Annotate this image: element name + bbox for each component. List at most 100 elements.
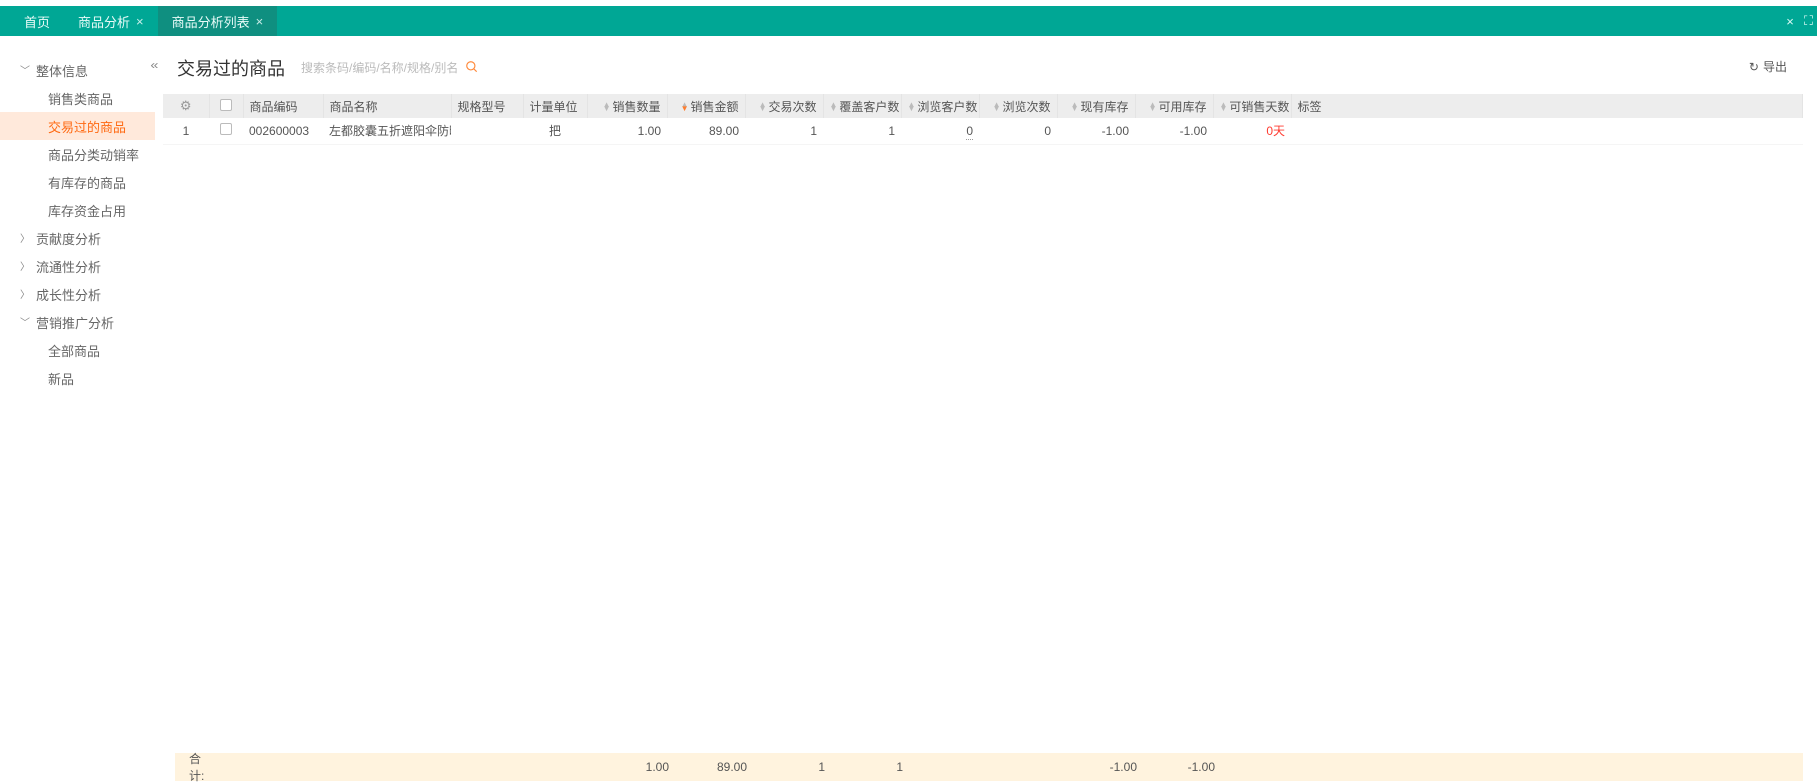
footer-stock-avail: -1.00: [1143, 760, 1221, 774]
col-cust-cover[interactable]: ▲▼覆盖客户数: [823, 94, 901, 118]
sidebar-item-sales-products[interactable]: 销售类商品: [0, 84, 155, 112]
sidebar-group-label: 流通性分析: [36, 257, 101, 276]
col-sales-amt[interactable]: ▲▼销售金额: [667, 94, 745, 118]
cell-code: 002600003: [243, 118, 323, 144]
col-checkbox-all[interactable]: [209, 94, 243, 118]
sidebar-item-stocked-products[interactable]: 有库存的商品: [0, 168, 155, 196]
tab-label: 商品分析列表: [172, 12, 250, 31]
sidebar-item-inventory-capital[interactable]: 库存资金占用: [0, 196, 155, 224]
tab-product-analysis[interactable]: 商品分析 ×: [64, 6, 158, 36]
col-label: 标签: [1298, 100, 1322, 114]
sidebar-item-label: 商品分类动销率: [48, 145, 139, 164]
col-trade-cnt[interactable]: ▲▼交易次数: [745, 94, 823, 118]
col-label: 规格型号: [458, 100, 506, 114]
sidebar-item-all-products[interactable]: 全部商品: [0, 336, 155, 364]
sidebar-collapse-icon[interactable]: «: [150, 58, 158, 72]
tab-label: 首页: [24, 12, 50, 31]
sidebar-group-overview[interactable]: ﹀ 整体信息: [0, 56, 155, 84]
cell-stock-now: -1.00: [1057, 118, 1135, 144]
sidebar-group-liquidity[interactable]: 〉 流通性分析: [0, 252, 155, 280]
sidebar-group-growth[interactable]: 〉 成长性分析: [0, 280, 155, 308]
col-label: 可销售天数: [1229, 100, 1289, 114]
cell-name: 左都胶囊五折遮阳伞防晒伞;: [323, 118, 451, 144]
col-label: 销售数量: [612, 100, 660, 114]
refresh-icon: ↻: [1749, 60, 1759, 74]
export-label: 导出: [1763, 58, 1787, 75]
tab-home[interactable]: 首页: [10, 6, 64, 36]
sidebar-item-new-products[interactable]: 新品: [0, 364, 155, 392]
sidebar-group-contribution[interactable]: 〉 贡献度分析: [0, 224, 155, 252]
sidebar: ﹀ 整体信息 销售类商品 交易过的商品 商品分类动销率 有库存的商品 库存资金占…: [0, 36, 155, 781]
col-code[interactable]: 商品编码: [243, 94, 323, 118]
col-stock-avail[interactable]: ▲▼可用库存: [1135, 94, 1213, 118]
col-stock-now[interactable]: ▲▼现有库存: [1057, 94, 1135, 118]
sort-icon: ▲▼: [759, 103, 767, 111]
sort-icon: ▲▼: [1149, 103, 1157, 111]
col-unit[interactable]: 计量单位: [523, 94, 587, 118]
close-icon[interactable]: ×: [256, 14, 264, 29]
close-all-icon[interactable]: ×: [1786, 14, 1794, 29]
col-spec[interactable]: 规格型号: [451, 94, 523, 118]
cell-stock-avail: -1.00: [1135, 118, 1213, 144]
close-icon[interactable]: ×: [136, 14, 144, 29]
sidebar-item-category-rate[interactable]: 商品分类动销率: [0, 140, 155, 168]
col-label: 浏览次数: [1002, 100, 1050, 114]
sidebar-item-label: 有库存的商品: [48, 173, 126, 192]
col-label: 可用库存: [1158, 100, 1206, 114]
footer-stock-now: -1.00: [1065, 760, 1143, 774]
sidebar-group-label: 成长性分析: [36, 285, 101, 304]
col-view-cnt[interactable]: ▲▼浏览次数: [979, 94, 1057, 118]
export-button[interactable]: ↻ 导出: [1749, 58, 1787, 75]
sidebar-group-label: 贡献度分析: [36, 229, 101, 248]
footer-sales-qty: 1.00: [595, 760, 675, 774]
footer-trade-cnt: 1: [753, 760, 831, 774]
tab-bar: 首页 商品分析 × 商品分析列表 × × ⛶: [0, 6, 1817, 36]
col-label: 计量单位: [530, 100, 578, 114]
footer-sales-amt: 89.00: [675, 760, 753, 774]
cell-tags: [1291, 118, 1803, 144]
sort-icon: ▲▼: [681, 103, 689, 111]
chevron-down-icon: ﹀: [20, 62, 30, 77]
sort-icon: ▲▼: [908, 103, 916, 111]
cell-trade-cnt: 1: [745, 118, 823, 144]
search-icon[interactable]: [465, 60, 479, 77]
col-label: 覆盖客户数: [839, 100, 899, 114]
cell-sales-amt: 89.00: [667, 118, 745, 144]
col-sales-qty[interactable]: ▲▼销售数量: [587, 94, 667, 118]
cell-sale-days: 0天: [1213, 118, 1291, 144]
tab-label: 商品分析: [78, 12, 130, 31]
sort-icon: ▲▼: [830, 103, 838, 111]
chevron-right-icon: 〉: [20, 286, 30, 301]
col-label: 浏览客户数: [917, 100, 977, 114]
cell-row-no: 1: [163, 118, 209, 144]
chevron-right-icon: 〉: [20, 230, 30, 245]
col-label: 现有库存: [1080, 100, 1128, 114]
sort-icon: ▲▼: [1071, 103, 1079, 111]
tab-product-analysis-list[interactable]: 商品分析列表 ×: [158, 6, 278, 36]
col-tags[interactable]: 标签: [1291, 94, 1803, 118]
sidebar-item-traded-products[interactable]: 交易过的商品: [0, 112, 155, 140]
col-sale-days[interactable]: ▲▼可销售天数: [1213, 94, 1291, 118]
cell-view-cust[interactable]: 0: [901, 118, 979, 144]
cell-sales-qty: 1.00: [587, 118, 667, 144]
checkbox-icon: [220, 99, 232, 111]
sort-icon: ▲▼: [1220, 103, 1228, 111]
cell-checkbox[interactable]: [209, 118, 243, 144]
data-table: ⚙ 商品编码 商品名称 规格型号 计量单位 ▲▼销售数量 ▲▼销售金额 ▲▼交易…: [163, 94, 1803, 145]
sort-icon: ▲▼: [603, 103, 611, 111]
col-name[interactable]: 商品名称: [323, 94, 451, 118]
chevron-right-icon: 〉: [20, 258, 30, 273]
table-row[interactable]: 1 002600003 左都胶囊五折遮阳伞防晒伞; 把 1.00 89.00 1…: [163, 118, 1803, 144]
sidebar-item-label: 库存资金占用: [48, 201, 126, 220]
sidebar-group-marketing[interactable]: ﹀ 营销推广分析: [0, 308, 155, 336]
cell-unit: 把: [523, 118, 587, 144]
sidebar-item-label: 新品: [48, 369, 74, 388]
search-input[interactable]: [301, 57, 461, 79]
fullscreen-icon[interactable]: ⛶: [1804, 13, 1813, 29]
sidebar-group-label: 营销推广分析: [36, 313, 114, 332]
col-settings[interactable]: ⚙: [163, 94, 209, 118]
cell-view-cnt: 0: [979, 118, 1057, 144]
col-label: 交易次数: [768, 100, 816, 114]
col-view-cust[interactable]: ▲▼浏览客户数: [901, 94, 979, 118]
sort-icon: ▲▼: [993, 103, 1001, 111]
